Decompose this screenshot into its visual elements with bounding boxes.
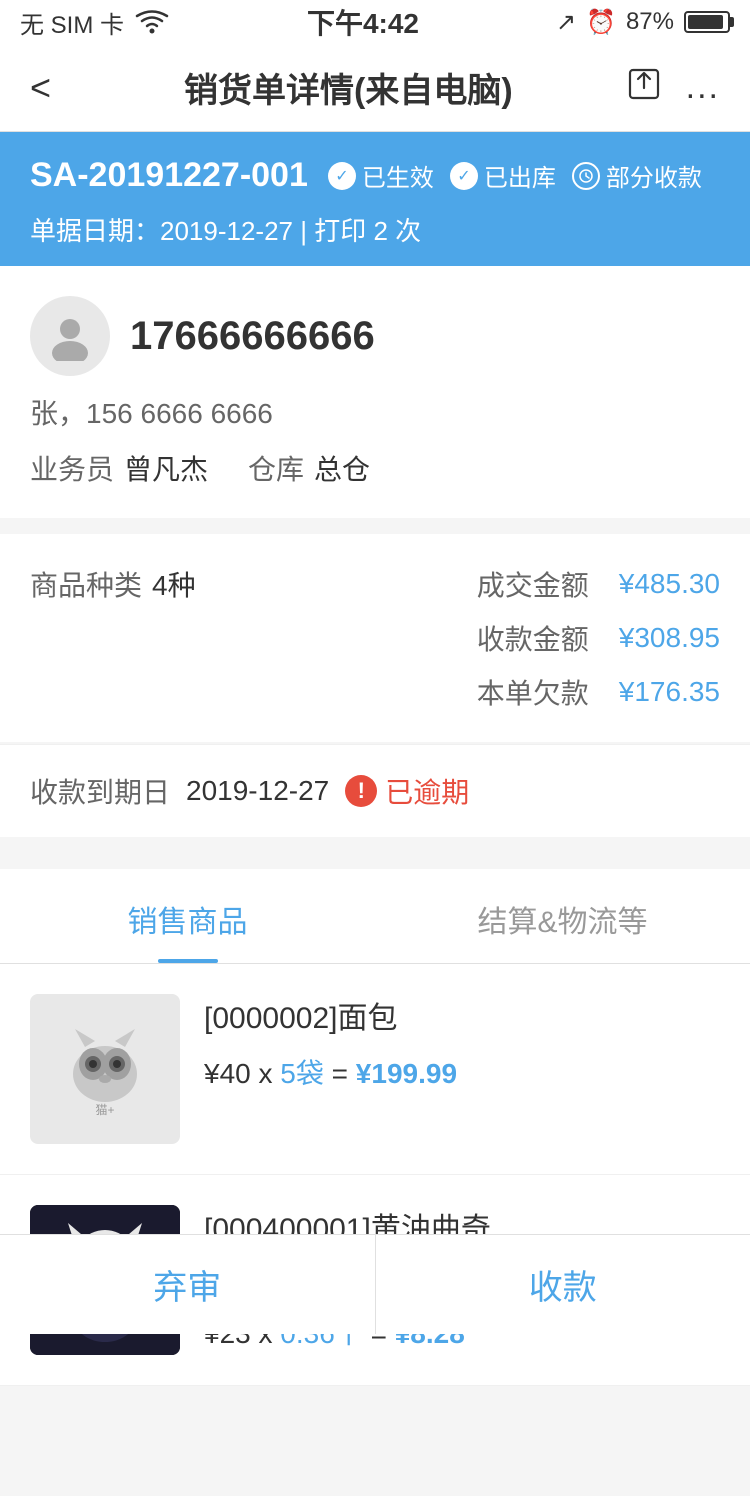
transaction-amount: 成交金额 ¥485.30 [477, 564, 720, 604]
clock-icon-partial [572, 162, 600, 190]
financial-stats: 成交金额 ¥485.30 收款金额 ¥308.95 本单欠款 ¥176.35 [477, 564, 720, 712]
tab-settlement[interactable]: 结算&物流等 [375, 869, 750, 963]
carrier-text: 无 SIM 卡 [20, 5, 124, 40]
check-icon-effective: ✓ [328, 162, 356, 190]
product-item: 猫+ [0000002]面包 ¥40 x 5袋 = ¥199.99 [0, 964, 750, 1175]
due-date-section: 收款到期日 2019-12-27 ! 已逾期 [0, 744, 750, 837]
order-id: SA-20191227-001 [30, 156, 308, 195]
product-qty-1: 5袋 [280, 1058, 324, 1089]
section-divider-2 [0, 837, 750, 853]
due-label: 收款到期日 [30, 771, 170, 811]
bottom-spacer [0, 1386, 750, 1496]
stats-section: 商品种类 4种 成交金额 ¥485.30 收款金额 ¥308.95 本单欠款 ¥… [0, 534, 750, 742]
back-button[interactable]: < [30, 67, 71, 109]
due-date-value: 2019-12-27 [186, 775, 329, 807]
customer-account: 17666666666 [130, 314, 375, 359]
alarm-icon: ⏰ [586, 8, 616, 37]
product-name-1: [0000002]面包 [204, 998, 720, 1040]
sales-rep: 业务员 曾凡杰 [30, 448, 208, 488]
tab-active-underline [158, 959, 218, 963]
nav-right-actions: ... [626, 66, 720, 109]
section-divider-1 [0, 518, 750, 534]
product-total-1: ¥199.99 [356, 1058, 457, 1089]
owl-logo-icon: 猫+ [55, 1019, 155, 1119]
product-thumbnail-1: 猫+ [30, 994, 180, 1144]
order-header-banner: SA-20191227-001 ✓ 已生效 ✓ 已出库 部分收款 [0, 132, 750, 266]
nav-bar: < 销货单详情(来自电脑) ... [0, 44, 750, 132]
customer-contact: 张，156 6666 6666 [30, 392, 720, 432]
status-partial: 部分收款 [572, 158, 702, 193]
svg-text:猫+: 猫+ [95, 1103, 114, 1117]
status-bar: 无 SIM 卡 下午4:42 ↗ ⏰ 87% [0, 0, 750, 44]
abandon-review-button[interactable]: 弃审 [0, 1235, 376, 1334]
more-icon[interactable]: ... [686, 68, 720, 107]
customer-section: 17666666666 张，156 6666 6666 业务员 曾凡杰 仓库 总… [0, 266, 750, 518]
battery-percent: 87% [626, 8, 674, 36]
battery-icon [684, 11, 730, 33]
page-title: 销货单详情(来自电脑) [71, 63, 626, 112]
status-shipped: ✓ 已出库 [450, 158, 556, 193]
product-price-1: ¥40 x 5袋 = ¥199.99 [204, 1052, 720, 1092]
overdue-badge: ! 已逾期 [345, 771, 469, 811]
status-bar-left: 无 SIM 卡 [20, 5, 170, 40]
product-info-1: [0000002]面包 ¥40 x 5袋 = ¥199.99 [204, 994, 720, 1092]
debt-amount: 本单欠款 ¥176.35 [477, 672, 720, 712]
bottom-bar: 弃审 收款 [0, 1234, 750, 1334]
tabs-section: 销售商品 结算&物流等 [0, 869, 750, 964]
warehouse: 仓库 总仓 [248, 448, 370, 488]
banner-date: 单据日期：2019-12-27 | 打印 2 次 [30, 211, 720, 248]
received-amount: 收款金额 ¥308.95 [477, 618, 720, 658]
tabs-row: 销售商品 结算&物流等 [0, 869, 750, 964]
status-effective: ✓ 已生效 [328, 158, 434, 193]
status-bar-time: 下午4:42 [307, 2, 419, 42]
tab-sales-products[interactable]: 销售商品 [0, 869, 375, 963]
status-tags: ✓ 已生效 ✓ 已出库 部分收款 [328, 158, 702, 193]
overdue-warning-icon: ! [345, 775, 377, 807]
overdue-text: 已逾期 [385, 771, 469, 811]
product-kind-stat: 商品种类 4种 [30, 564, 196, 604]
check-icon-shipped: ✓ [450, 162, 478, 190]
wifi-icon [134, 9, 170, 35]
status-bar-right: ↗ ⏰ 87% [556, 8, 730, 37]
location-icon: ↗ [556, 8, 576, 37]
avatar [30, 296, 110, 376]
collect-payment-button[interactable]: 收款 [376, 1235, 750, 1334]
avatar-icon [45, 311, 95, 361]
share-icon[interactable] [626, 66, 662, 109]
customer-meta: 业务员 曾凡杰 仓库 总仓 [30, 448, 720, 488]
